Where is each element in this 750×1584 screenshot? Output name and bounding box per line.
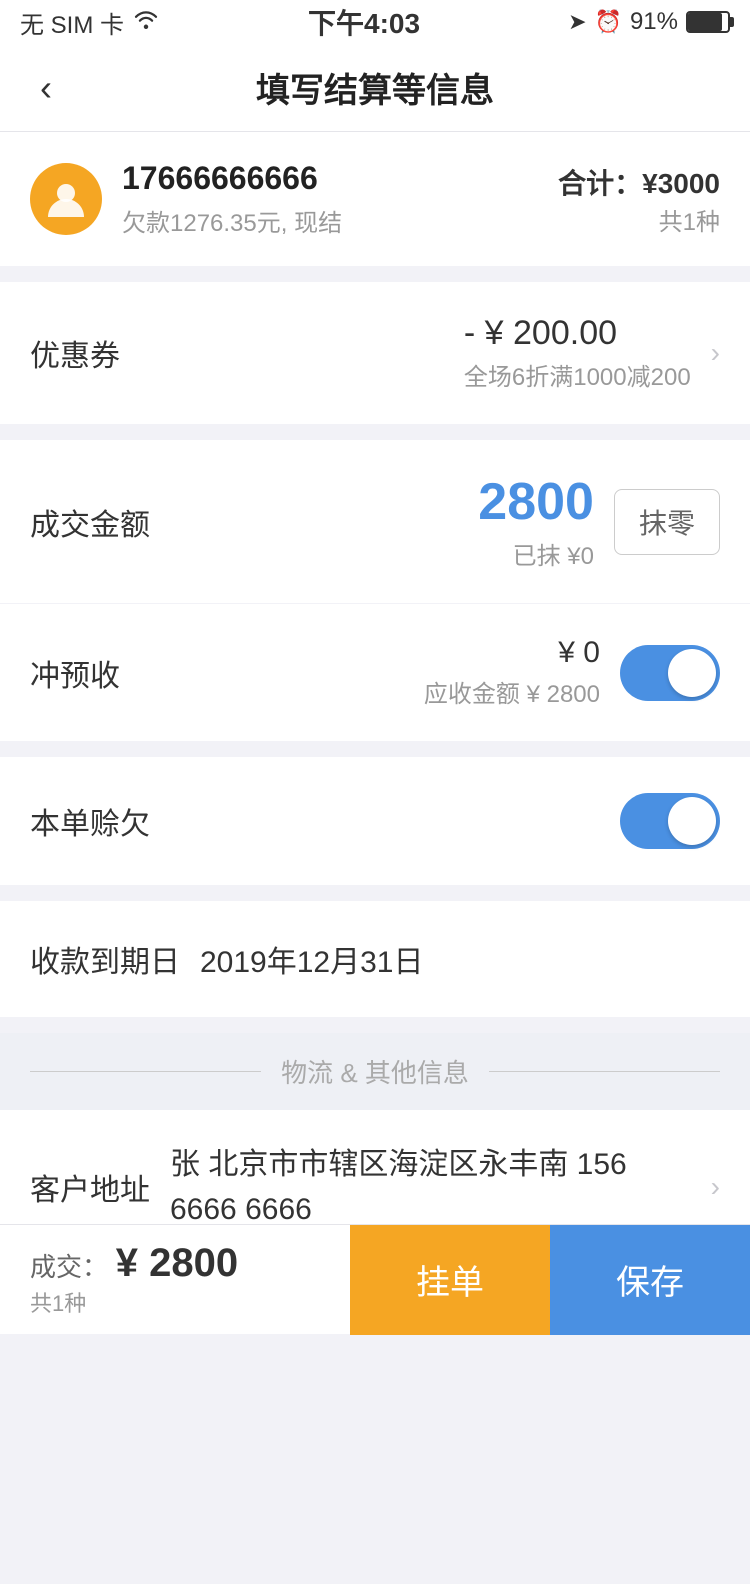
divider-line-right [489,1071,720,1072]
address-text: 张 北京市市辖区海淀区永丰南 156 6666 6666 [170,1142,701,1232]
carrier-label: 无 SIM 卡 [20,5,124,40]
amount-section: 成交金额 2800 已抹 ¥0 抹零 冲预收 ¥ 0 应收金额 ¥ 2800 [0,440,750,741]
customer-right: 合计：¥3000 共1种 [558,162,720,237]
chongyu-amount: ¥ 0 [424,636,600,670]
avatar [30,163,102,235]
chongyu-label: 冲预收 [30,651,120,695]
bendan-label: 本单赊欠 [30,799,150,843]
status-bar: 无 SIM 卡 下午4:03 ➤ ⏰ 91% [0,0,750,44]
chongyu-toggle[interactable] [620,645,720,701]
content: 17666666666 欠款1276.35元, 现结 合计：¥3000 共1种 … [0,132,750,1584]
bottom-deal-row: 成交： ¥ 2800 [30,1241,320,1286]
due-date-row: 收款到期日 2019年12月31日 [0,901,750,1017]
battery-icon [686,11,730,33]
chongyu-sub: 应收金额 ¥ 2800 [424,674,600,709]
address-label: 客户地址 [30,1165,150,1209]
hang-button[interactable]: 挂单 [350,1225,550,1335]
alarm-icon: ⏰ [595,9,622,35]
page-title: 填写结算等信息 [256,63,494,112]
status-left: 无 SIM 卡 [20,5,160,40]
bottom-bar: 成交： ¥ 2800 共1种 挂单 保存 [0,1224,750,1334]
chevron-right-icon: › [711,337,720,369]
bottom-summary: 成交： ¥ 2800 共1种 [0,1241,350,1318]
amount-right: 2800 已抹 ¥0 抹零 [478,472,720,571]
bottom-deal-label: 成交： [30,1252,108,1282]
total-amount: 合计：¥3000 [558,162,720,202]
address-chevron-icon: › [711,1171,720,1203]
due-label: 收款到期日 [30,937,180,981]
customer-card: 17666666666 欠款1276.35元, 现结 合计：¥3000 共1种 [0,132,750,266]
coupon-label: 优惠券 [30,331,120,375]
nav-bar: ‹ 填写结算等信息 [0,44,750,132]
battery-label: 91% [630,8,678,36]
customer-info: 17666666666 欠款1276.35元, 现结 [122,160,342,238]
bottom-amount: ¥ 2800 [116,1241,238,1285]
coupon-description: 全场6折满1000减200 [464,357,691,392]
location-icon: ➤ [568,9,586,35]
chongyu-right: ¥ 0 应收金额 ¥ 2800 [424,636,720,709]
amount-label: 成交金额 [30,500,150,544]
amount-row: 成交金额 2800 已抹 ¥0 抹零 [0,440,750,603]
wifi-icon [132,8,160,36]
divider-section: 物流 & 其他信息 [0,1033,750,1110]
coupon-row[interactable]: 优惠券 - ¥ 200.00 全场6折满1000减200 › [0,282,750,424]
bendan-row: 本单赊欠 [0,757,750,885]
bottom-count: 共1种 [30,1286,320,1318]
back-button[interactable]: ‹ [30,57,62,119]
customer-debt: 欠款1276.35元, 现结 [122,203,342,238]
amount-sub: 已抹 ¥0 [478,536,594,571]
chongyu-row: 冲预收 ¥ 0 应收金额 ¥ 2800 [0,603,750,741]
due-date-value: 2019年12月31日 [200,937,423,981]
coupon-discount: - ¥ 200.00 [464,314,691,353]
status-right: ➤ ⏰ 91% [568,8,730,36]
coupon-section: 优惠券 - ¥ 200.00 全场6折满1000减200 › [0,282,750,424]
round-button[interactable]: 抹零 [614,489,720,555]
customer-phone: 17666666666 [122,160,342,197]
time-label: 下午4:03 [308,2,420,42]
total-count: 共1种 [558,202,720,237]
amount-value: 2800 [478,472,594,532]
coupon-right: - ¥ 200.00 全场6折满1000减200 › [464,314,720,392]
chongyu-amount-info: ¥ 0 应收金额 ¥ 2800 [424,636,600,709]
save-button[interactable]: 保存 [550,1225,750,1335]
divider-text: 物流 & 其他信息 [261,1053,489,1090]
customer-left: 17666666666 欠款1276.35元, 现结 [30,160,342,238]
divider-line-left [30,1071,261,1072]
bendan-toggle[interactable] [620,793,720,849]
